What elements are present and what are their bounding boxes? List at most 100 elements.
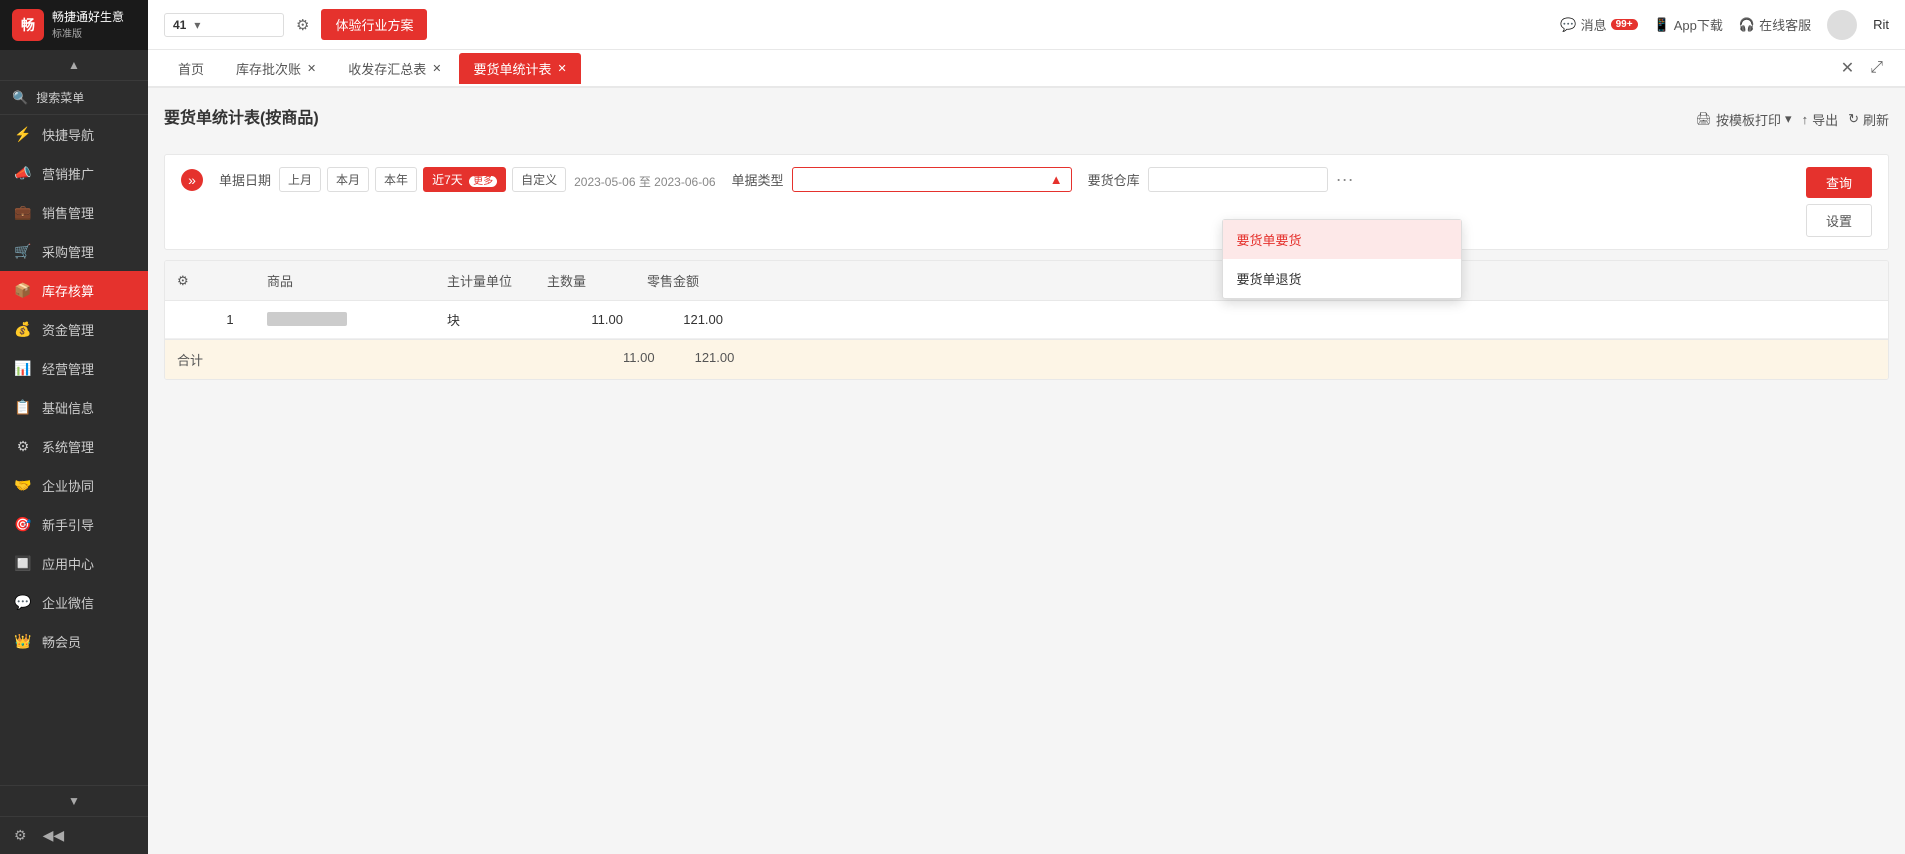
brand-sub: 标准版 <box>52 25 124 40</box>
brand-info: 畅捷通好生意 标准版 <box>52 10 124 41</box>
quick-nav-icon: ⚡ <box>14 126 32 143</box>
sidebar-search-label: 搜索菜单 <box>36 89 84 106</box>
tab-home[interactable]: 首页 <box>164 53 218 84</box>
enterprise-icon: 🤝 <box>14 477 32 494</box>
sidebar-item-inventory[interactable]: 📦 库存核算 <box>0 271 148 310</box>
sidebar-item-system[interactable]: ⚙ 系统管理 <box>0 427 148 466</box>
user-name[interactable]: Rit <box>1873 17 1889 32</box>
topbar-gear-icon[interactable]: ⚙ <box>296 16 309 34</box>
purchase-icon: 🛒 <box>14 243 32 260</box>
summary-amount-value: 121.00 <box>695 350 735 369</box>
app-center-icon: 🔲 <box>14 555 32 572</box>
collapse-icon[interactable]: ◀◀ <box>43 827 65 844</box>
print-btn[interactable]: 🖨 按模板打印 ▾ <box>1696 110 1792 129</box>
type-chevron-up-icon[interactable]: ▲ <box>1050 172 1063 187</box>
print-chevron[interactable]: ▾ <box>1785 111 1792 127</box>
tab-order-stats-label: 要货单统计表 <box>473 59 551 78</box>
sidebar-item-label: 资金管理 <box>42 320 94 339</box>
date-range-display: 2023-05-06 至 2023-06-06 <box>574 173 715 190</box>
data-table: ⚙ 商品 主计量单位 主数量 零售金额 1 <box>164 260 1889 380</box>
date-filter-label: 单据日期 <box>219 170 271 189</box>
summary-qty-value: 11.00 <box>623 350 655 369</box>
sidebar-item-marketing[interactable]: 📣 营销推广 <box>0 154 148 193</box>
export-btn[interactable]: ↑ 导出 <box>1802 110 1839 129</box>
col-header-unit: 主计量单位 <box>435 261 535 301</box>
sidebar-item-member[interactable]: 👑 畅会员 <box>0 622 148 661</box>
tab-inventory-batch-close[interactable]: ✕ <box>307 62 316 75</box>
row-extra <box>735 301 1888 339</box>
sidebar-item-guide[interactable]: 🎯 新手引导 <box>0 505 148 544</box>
filter-expand-btn[interactable]: » <box>181 169 203 191</box>
wechat-icon: 💬 <box>14 594 32 611</box>
sidebar-item-basic-info[interactable]: 📋 基础信息 <box>0 388 148 427</box>
sidebar-item-wechat[interactable]: 💬 企业微信 <box>0 583 148 622</box>
avatar[interactable] <box>1827 10 1857 40</box>
main-area: 41 ▾ ⚙ 体验行业方案 💬 消息 99+ 📱 App下载 🎧 在线客服 <box>148 0 1905 854</box>
topbar-search-box: 41 ▾ <box>164 13 284 37</box>
warehouse-filter-input[interactable] <box>1148 167 1328 192</box>
filter-more-icon[interactable]: ··· <box>1336 169 1354 190</box>
col-header-num <box>205 261 255 301</box>
sidebar-item-label: 库存核算 <box>42 281 94 300</box>
tab-order-stats-close[interactable]: ✕ <box>558 62 567 75</box>
print-label: 按模板打印 <box>1716 110 1781 129</box>
table-settings-icon[interactable]: ⚙ <box>177 273 189 288</box>
tab-order-stats[interactable]: 要货单统计表 ✕ <box>459 53 580 84</box>
date-btn-this-month[interactable]: 本月 <box>327 167 369 192</box>
sidebar-item-app-center[interactable]: 🔲 应用中心 <box>0 544 148 583</box>
row-gear <box>165 301 205 339</box>
topbar-left: 41 ▾ ⚙ 体验行业方案 <box>164 9 427 40</box>
type-dropdown: 要货单要货 要货单退货 <box>1222 219 1462 299</box>
table-row: 1 块 11.00 121.00 <box>165 301 1888 339</box>
row-qty: 11.00 <box>535 301 635 339</box>
app-logo: 畅 <box>12 9 44 41</box>
sidebar-nav: ⚡ 快捷导航 📣 营销推广 💼 销售管理 🛒 采购管理 📦 库存核算 💰 资金管… <box>0 115 148 785</box>
message-icon: 💬 <box>1560 17 1576 33</box>
tab-receive-summary-close[interactable]: ✕ <box>432 62 441 75</box>
sidebar-item-label: 企业协同 <box>42 476 94 495</box>
tab-maximize-btn[interactable]: ⤢ <box>1864 56 1889 80</box>
tab-inventory-batch[interactable]: 库存批次账 ✕ <box>222 53 330 84</box>
settings-icon[interactable]: ⚙ <box>14 827 27 844</box>
type-filter-input[interactable]: ▲ <box>792 167 1072 192</box>
date-btn-last-month[interactable]: 上月 <box>279 167 321 192</box>
headset-icon: 🎧 <box>1739 17 1755 33</box>
tab-close-all-btn[interactable]: ✕ <box>1835 56 1860 80</box>
messages-item[interactable]: 💬 消息 99+ <box>1560 15 1637 34</box>
product-blur-text <box>267 312 347 326</box>
date-btn-this-year[interactable]: 本年 <box>375 167 417 192</box>
brand-name: 畅捷通好生意 <box>52 10 124 26</box>
refresh-icon: ↻ <box>1848 111 1859 127</box>
print-icon: 🖨 <box>1696 111 1713 127</box>
sidebar-search[interactable]: 🔍 搜索菜单 <box>0 81 148 115</box>
sidebar-scroll-up[interactable]: ▲ <box>64 54 84 76</box>
topbar-dropdown-arrow[interactable]: ▾ <box>194 18 200 32</box>
sidebar-item-label: 销售管理 <box>42 203 94 222</box>
date-btn-custom[interactable]: 自定义 <box>512 167 566 192</box>
sidebar-header: 畅 畅捷通好生意 标准版 <box>0 0 148 50</box>
sidebar-item-sales[interactable]: 💼 销售管理 <box>0 193 148 232</box>
topbar-right: 💬 消息 99+ 📱 App下载 🎧 在线客服 Rit <box>1560 10 1889 40</box>
sidebar-item-finance[interactable]: 💰 资金管理 <box>0 310 148 349</box>
search-icon: 🔍 <box>12 90 28 106</box>
sidebar-item-operations[interactable]: 📊 经营管理 <box>0 349 148 388</box>
sidebar-item-label: 应用中心 <box>42 554 94 573</box>
mobile-icon: 📱 <box>1654 17 1670 33</box>
dropdown-item-request[interactable]: 要货单要货 <box>1223 220 1461 259</box>
dropdown-item-return[interactable]: 要货单退货 <box>1223 259 1461 298</box>
refresh-btn[interactable]: ↻ 刷新 <box>1848 110 1889 129</box>
settings-btn[interactable]: 设置 <box>1806 204 1872 237</box>
sidebar-item-quick-nav[interactable]: ⚡ 快捷导航 <box>0 115 148 154</box>
date-btn-last-7[interactable]: 近7天 更多 <box>423 167 506 192</box>
industry-btn[interactable]: 体验行业方案 <box>321 9 427 40</box>
sidebar-item-label: 营销推广 <box>42 164 94 183</box>
sidebar-item-purchase[interactable]: 🛒 采购管理 <box>0 232 148 271</box>
online-service-item[interactable]: 🎧 在线客服 <box>1739 15 1811 34</box>
sidebar-item-label: 快捷导航 <box>42 125 94 144</box>
app-download-item[interactable]: 📱 App下载 <box>1654 15 1723 34</box>
sidebar-item-enterprise[interactable]: 🤝 企业协同 <box>0 466 148 505</box>
query-btn[interactable]: 查询 <box>1806 167 1872 198</box>
sidebar-scroll-down[interactable]: ▼ <box>64 790 84 812</box>
tabs-bar-end: ✕ ⤢ <box>1835 56 1889 80</box>
tab-receive-summary[interactable]: 收发存汇总表 ✕ <box>334 53 455 84</box>
